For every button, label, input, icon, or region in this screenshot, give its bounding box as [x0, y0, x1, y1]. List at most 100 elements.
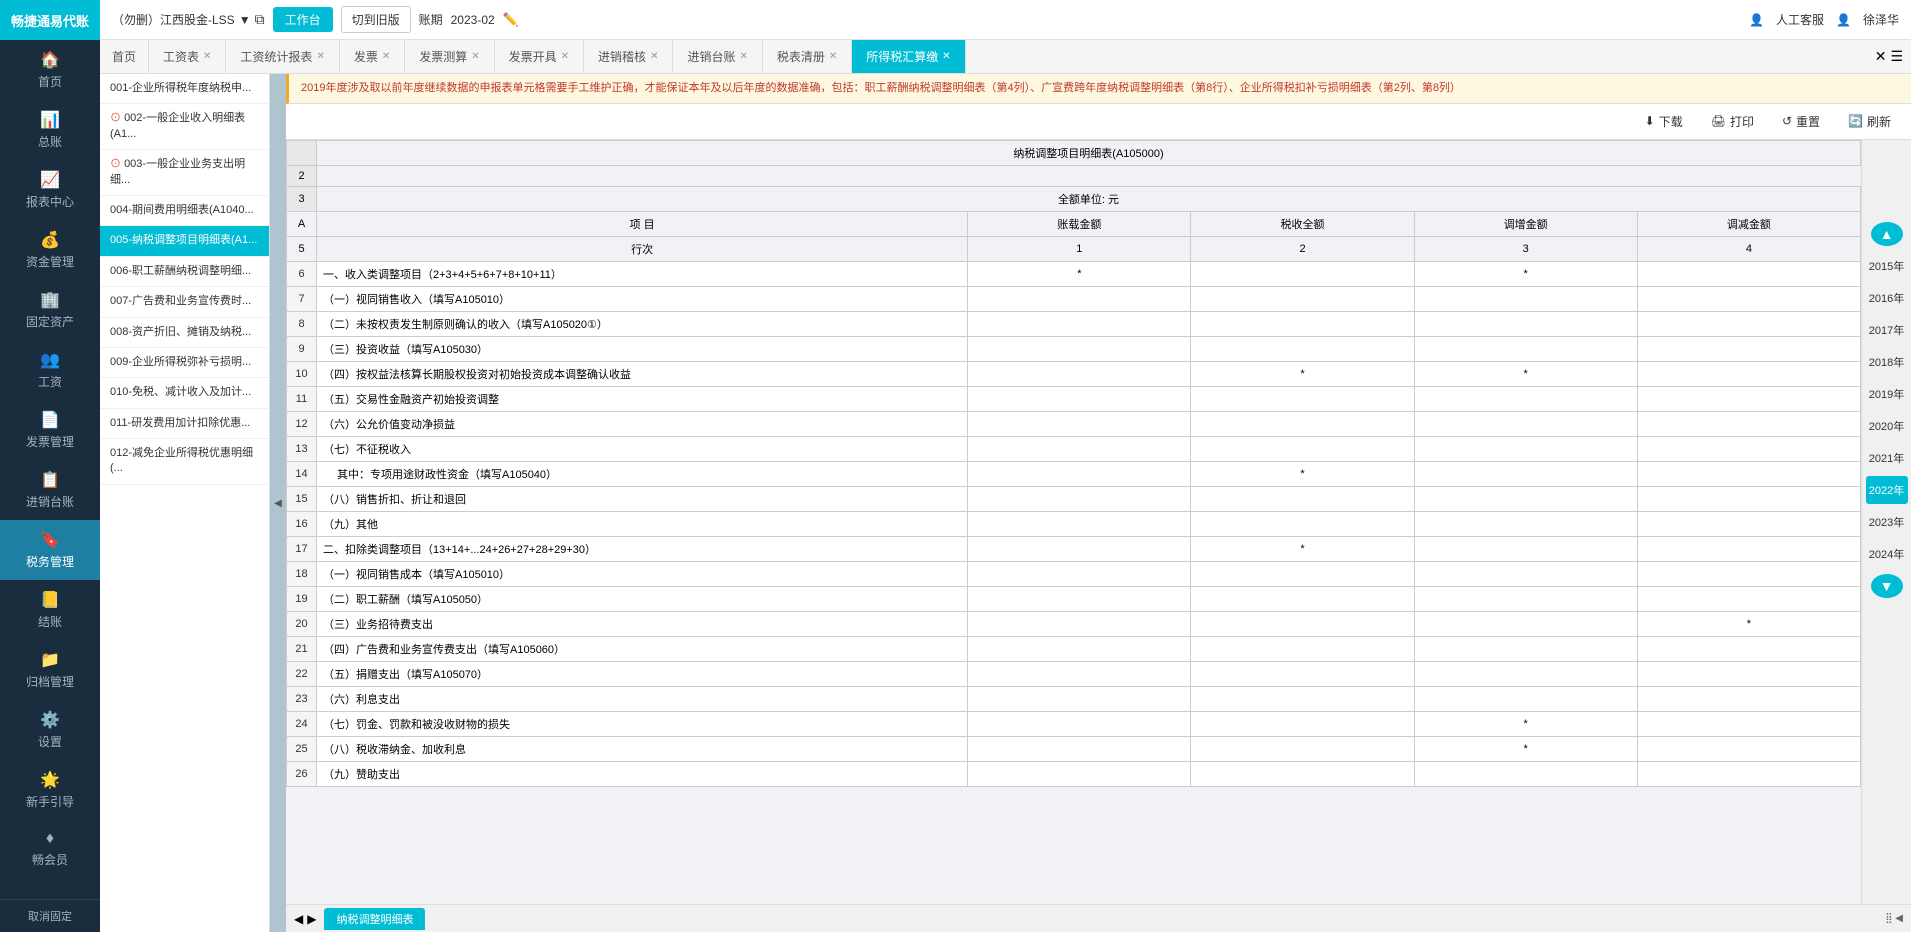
close-tab-invoice-issue[interactable]: ✕ [561, 51, 569, 62]
row-c-21[interactable] [968, 761, 1191, 786]
row-e-2[interactable] [1414, 286, 1637, 311]
row-f-13[interactable] [1637, 561, 1860, 586]
close-tab-tax-list[interactable]: ✕ [829, 51, 837, 62]
row-c-1[interactable]: * [968, 261, 1191, 286]
file-item-001[interactable]: 001-企业所得税年度纳税申... [100, 74, 269, 104]
row-item-14[interactable]: （二）职工薪酬（填写A105050） [317, 586, 968, 611]
row-d-10[interactable] [1191, 486, 1414, 511]
row-e-13[interactable] [1414, 561, 1637, 586]
close-tab-invoice-calc[interactable]: ✕ [471, 51, 479, 62]
row-f-5[interactable] [1637, 361, 1860, 386]
row-f-16[interactable] [1637, 636, 1860, 661]
row-f-2[interactable] [1637, 286, 1860, 311]
year-2023[interactable]: 2023年 [1866, 508, 1908, 536]
row-f-17[interactable] [1637, 661, 1860, 686]
close-tab-payroll[interactable]: ✕ [203, 51, 211, 62]
year-2021[interactable]: 2021年 [1866, 444, 1908, 472]
year-2016[interactable]: 2016年 [1866, 284, 1908, 312]
row-c-19[interactable] [968, 711, 1191, 736]
row-f-3[interactable] [1637, 311, 1860, 336]
sidebar-item-invoice[interactable]: 📄 发票管理 [0, 400, 100, 460]
sidebar-item-payroll[interactable]: 👥 工资 [0, 340, 100, 400]
row-item-11[interactable]: （九）其他 [317, 511, 968, 536]
tab-invoice-calc[interactable]: 发票测算 ✕ [405, 40, 494, 73]
period-edit-icon[interactable]: ✏️ [503, 12, 519, 28]
close-tab-invoice[interactable]: ✕ [382, 51, 390, 62]
file-item-003[interactable]: ⊙ 003-一般企业业务支出明细... [100, 150, 269, 196]
row-d-9[interactable]: * [1191, 461, 1414, 486]
year-2020[interactable]: 2020年 [1866, 412, 1908, 440]
row-d-12[interactable]: * [1191, 536, 1414, 561]
row-d-20[interactable] [1191, 736, 1414, 761]
row-e-10[interactable] [1414, 486, 1637, 511]
row-e-21[interactable] [1414, 761, 1637, 786]
row-f-4[interactable] [1637, 336, 1860, 361]
sidebar-item-settings[interactable]: ⚙️ 设置 [0, 700, 100, 760]
row-d-14[interactable] [1191, 586, 1414, 611]
row-c-10[interactable] [968, 486, 1191, 511]
close-tab-in-out-ledger[interactable]: ✕ [739, 51, 747, 62]
row-d-18[interactable] [1191, 686, 1414, 711]
row-item-19[interactable]: （七）罚金、罚款和被没收财物的损失 [317, 711, 968, 736]
panel-collapse-button[interactable]: ◀ [270, 74, 286, 932]
row-d-19[interactable] [1191, 711, 1414, 736]
row-c-9[interactable] [968, 461, 1191, 486]
tab-home[interactable]: 首页 [100, 40, 149, 73]
row-item-8[interactable]: （七）不征税收入 [317, 436, 968, 461]
row-c-6[interactable] [968, 386, 1191, 411]
row-item-12[interactable]: 二、扣除类调整项目（13+14+...24+26+27+28+29+30） [317, 536, 968, 561]
row-c-14[interactable] [968, 586, 1191, 611]
close-tab-in-out-check[interactable]: ✕ [650, 51, 658, 62]
year-2018[interactable]: 2018年 [1866, 348, 1908, 376]
file-item-010[interactable]: 010-免税、减计收入及加计... [100, 378, 269, 408]
row-d-2[interactable] [1191, 286, 1414, 311]
row-d-15[interactable] [1191, 611, 1414, 636]
sidebar-item-member[interactable]: ♦ 畅会员 [0, 820, 100, 878]
row-e-5[interactable]: * [1414, 361, 1637, 386]
row-e-14[interactable] [1414, 586, 1637, 611]
refresh-button[interactable]: 🔄 刷新 [1840, 110, 1899, 133]
row-e-17[interactable] [1414, 661, 1637, 686]
tab-tax-list[interactable]: 税表清册 ✕ [763, 40, 852, 73]
row-c-18[interactable] [968, 686, 1191, 711]
sidebar-item-close[interactable]: 📒 结账 [0, 580, 100, 640]
row-e-8[interactable] [1414, 436, 1637, 461]
row-d-6[interactable] [1191, 386, 1414, 411]
row-f-14[interactable] [1637, 586, 1860, 611]
sidebar-item-guide[interactable]: 🌟 新手引导 [0, 760, 100, 820]
year-2017[interactable]: 2017年 [1866, 316, 1908, 344]
row-c-5[interactable] [968, 361, 1191, 386]
year-scroll-down[interactable]: ▼ [1871, 574, 1903, 598]
file-item-005[interactable]: 005-纳税调整项目明细表(A1... [100, 226, 269, 256]
file-item-009[interactable]: 009-企业所得税弥补亏损明... [100, 348, 269, 378]
next-sheet-icon[interactable]: ▶ [307, 912, 316, 926]
year-2015[interactable]: 2015年 [1866, 252, 1908, 280]
row-d-4[interactable] [1191, 336, 1414, 361]
row-e-19[interactable]: * [1414, 711, 1637, 736]
row-e-9[interactable] [1414, 461, 1637, 486]
row-f-18[interactable] [1637, 686, 1860, 711]
tab-payroll-stats[interactable]: 工资统计报表 ✕ [226, 40, 339, 73]
file-item-002[interactable]: ⊙ 002-一般企业收入明细表(A1... [100, 104, 269, 150]
sidebar-item-finance[interactable]: 💰 资金管理 [0, 220, 100, 280]
row-c-13[interactable] [968, 561, 1191, 586]
nav-more-icon[interactable]: ☰ [1890, 48, 1903, 65]
row-c-3[interactable] [968, 311, 1191, 336]
file-item-006[interactable]: 006-职工薪酬纳税调整明细... [100, 257, 269, 287]
row-f-12[interactable] [1637, 536, 1860, 561]
prev-sheet-icon[interactable]: ◀ [294, 912, 303, 926]
row-c-11[interactable] [968, 511, 1191, 536]
row-item-9[interactable]: 其中：专项用途财政性资金（填写A105040） [317, 461, 968, 486]
row-d-7[interactable] [1191, 411, 1414, 436]
sidebar-item-inout[interactable]: 📋 进销台账 [0, 460, 100, 520]
row-item-20[interactable]: （八）税收滞纳金、加收利息 [317, 736, 968, 761]
row-f-10[interactable] [1637, 486, 1860, 511]
row-e-16[interactable] [1414, 636, 1637, 661]
tab-income-tax[interactable]: 所得税汇算缴 ✕ [852, 40, 965, 73]
row-e-6[interactable] [1414, 386, 1637, 411]
nav-close-icon[interactable]: ✕ [1875, 48, 1887, 65]
row-c-12[interactable] [968, 536, 1191, 561]
sidebar-item-assets[interactable]: 🏢 固定资产 [0, 280, 100, 340]
row-c-2[interactable] [968, 286, 1191, 311]
reset-button[interactable]: ↺ 重置 [1774, 110, 1828, 133]
